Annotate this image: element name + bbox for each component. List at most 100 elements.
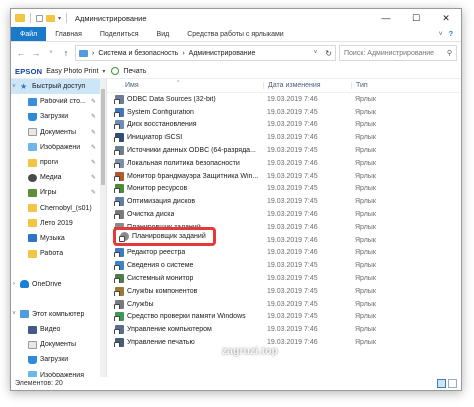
chevron-down-icon[interactable]: ▾ bbox=[102, 68, 105, 75]
sidebar-item-label: Медиа bbox=[40, 174, 62, 182]
file-row[interactable]: Управление компьютером 19.03.2019 7:46 Ярл… bbox=[107, 323, 461, 336]
pin-icon[interactable]: ✎ bbox=[91, 159, 96, 166]
file-row[interactable]: ODBC Data Sources (32-bit) 19.03.2019 7:4… bbox=[107, 93, 461, 106]
sidebar-item[interactable]: Рабочий сто... ✎ bbox=[11, 94, 106, 109]
file-row[interactable]: Средство проверки памяти Windows 19.03.20… bbox=[107, 311, 461, 324]
file-row[interactable]: Монитор брандмауэра Защитника Win... 19.0… bbox=[107, 170, 461, 183]
minimize-button[interactable]: — bbox=[371, 9, 401, 27]
sidebar-item[interactable]: проги ✎ bbox=[11, 155, 106, 170]
sidebar-item[interactable]: Загрузки ✎ bbox=[11, 109, 106, 124]
column-header-type[interactable]: Тип bbox=[351, 82, 461, 89]
tab-share[interactable]: Поделиться bbox=[91, 27, 148, 41]
highlighted-task-scheduler[interactable]: Планировщик заданий bbox=[113, 227, 216, 246]
file-name: Системный монитор bbox=[127, 275, 194, 283]
pin-icon[interactable]: ✎ bbox=[91, 144, 96, 151]
file-date: 19.03.2019 7:46 bbox=[267, 223, 318, 231]
sidebar-item[interactable]: Изображени ✎ bbox=[11, 140, 106, 155]
expand-ribbon-icon[interactable]: ˅ bbox=[439, 31, 443, 38]
pin-icon[interactable]: ✎ bbox=[91, 174, 96, 181]
file-name: System Configuration bbox=[127, 108, 194, 116]
status-bar: Элементов: 20 bbox=[11, 377, 461, 390]
file-row[interactable]: Локальная политика безопасности 19.03.201… bbox=[107, 157, 461, 170]
chevron-icon[interactable]: ˅ bbox=[11, 84, 17, 90]
large-icons-view-icon[interactable] bbox=[448, 379, 457, 388]
back-arrow-icon[interactable]: ← bbox=[15, 46, 27, 60]
sidebar-item[interactable]: Chernobyl_(s01) bbox=[11, 201, 106, 216]
file-row[interactable]: Диск восстановления 19.03.2019 7:46 Ярлык bbox=[107, 119, 461, 132]
file-name-cell: Службы bbox=[107, 299, 263, 309]
sidebar-item[interactable]: Игры ✎ bbox=[11, 185, 106, 200]
tab-view[interactable]: Вид bbox=[148, 27, 179, 41]
checkbox-icon[interactable] bbox=[36, 14, 43, 22]
file-type: Ярлык bbox=[355, 275, 376, 283]
help-icon[interactable]: ? bbox=[449, 31, 453, 38]
sidebar-scrollbar[interactable] bbox=[100, 79, 106, 377]
search-input[interactable] bbox=[344, 49, 440, 57]
sidebar-item[interactable]: Видео bbox=[11, 322, 106, 337]
sidebar-item-label: OneDrive bbox=[32, 280, 62, 288]
pin-icon[interactable]: ✎ bbox=[91, 189, 96, 196]
scrollbar-thumb[interactable] bbox=[101, 89, 105, 185]
sidebar-item[interactable]: Работа bbox=[11, 246, 106, 261]
file-row[interactable]: Системный монитор 19.03.2019 7:45 Ярлык bbox=[107, 272, 461, 285]
file-row[interactable]: Очистка диска 19.03.2019 7:46 Ярлык bbox=[107, 208, 461, 221]
maximize-button[interactable]: ☐ bbox=[401, 9, 431, 27]
sidebar-item[interactable]: ˅ ★ Быстрый доступ bbox=[11, 79, 106, 95]
file-row[interactable]: Сведения о системе 19.03.2019 7:45 Ярлык bbox=[107, 259, 461, 272]
tab-shortcut-tools[interactable]: Средства работы с ярлыками bbox=[178, 27, 293, 41]
sidebar-item[interactable]: Медиа ✎ bbox=[11, 170, 106, 185]
sidebar-item[interactable]: Документы bbox=[11, 337, 106, 352]
file-row[interactable]: Источники данных ODBC (64-разряда... 19.0… bbox=[107, 144, 461, 157]
pin-icon[interactable]: ✎ bbox=[91, 129, 96, 136]
shortcut-icon bbox=[114, 325, 124, 335]
shortcut-icon bbox=[114, 197, 124, 207]
tab-home[interactable]: Главная bbox=[46, 27, 91, 41]
chevron-icon[interactable]: ˅ bbox=[11, 311, 17, 317]
file-row[interactable]: Монитор ресурсов 19.03.2019 7:45 Ярлык bbox=[107, 183, 461, 196]
sidebar-item[interactable]: Загрузки bbox=[11, 352, 106, 367]
sort-arrow-icon: ^ bbox=[177, 80, 180, 86]
chevron-icon[interactable]: › bbox=[11, 281, 17, 287]
file-row[interactable]: Инициатор iSCSI 19.03.2019 7:46 Ярлык bbox=[107, 131, 461, 144]
search-box[interactable]: ⚲ bbox=[339, 45, 457, 61]
chevron-down-icon[interactable]: ▾ bbox=[58, 15, 61, 22]
details-view-icon[interactable] bbox=[437, 379, 446, 388]
close-button[interactable]: ✕ bbox=[431, 9, 461, 27]
file-name-cell: Инициатор iSCSI bbox=[107, 133, 263, 143]
dropdown-icon[interactable]: ˅ bbox=[314, 50, 318, 56]
forward-arrow-icon[interactable]: → bbox=[30, 46, 42, 60]
sidebar-item-label: Видео bbox=[40, 326, 61, 334]
file-row[interactable]: Оптимизация дисков 19.03.2019 7:45 Ярлык bbox=[107, 195, 461, 208]
breadcrumb-system-security[interactable]: Система и безопасность bbox=[98, 50, 178, 57]
column-header-name[interactable]: Имя bbox=[107, 82, 263, 89]
breadcrumb-administration[interactable]: Администрирование bbox=[189, 50, 256, 57]
sidebar-item[interactable]: ˅ Этот компьютер bbox=[11, 307, 106, 322]
file-row[interactable]: System Configuration 19.03.2019 7:45 Ярлык bbox=[107, 106, 461, 119]
shortcut-icon bbox=[114, 261, 124, 271]
column-header-date[interactable]: Дата изменения bbox=[263, 82, 351, 89]
address-bar[interactable]: › Система и безопасность › Администриров… bbox=[75, 45, 336, 61]
file-row[interactable]: Службы 19.03.2019 7:45 Ярлык bbox=[107, 298, 461, 311]
tab-file[interactable]: Файл bbox=[11, 27, 47, 41]
sidebar-item[interactable]: Лето 2019 bbox=[11, 216, 106, 231]
file-row[interactable]: Управление печатью 19.03.2019 7:46 Ярлык bbox=[107, 336, 461, 349]
file-name: Службы компонентов bbox=[127, 287, 198, 295]
breadcrumb-separator: › bbox=[182, 49, 185, 57]
pin-icon[interactable]: ✎ bbox=[91, 113, 96, 120]
sidebar-item[interactable]: › OneDrive bbox=[11, 276, 106, 291]
sidebar-item[interactable]: Документы ✎ bbox=[11, 125, 106, 140]
sidebar-item[interactable]: Музыка bbox=[11, 231, 106, 246]
sidebar-item[interactable]: Изображения bbox=[11, 368, 106, 377]
sidebar-item-label: Изображени bbox=[40, 143, 81, 151]
epson-toolbar: EPSON Easy Photo Print ▾ Печать bbox=[11, 64, 461, 79]
easy-photo-print-button[interactable]: Easy Photo Print bbox=[46, 68, 98, 75]
print-button[interactable]: Печать bbox=[123, 68, 146, 75]
file-row[interactable]: Редактор реестра 19.03.2019 7:46 Ярлык bbox=[107, 247, 461, 260]
pin-icon[interactable]: ✎ bbox=[91, 98, 96, 105]
recent-locations-icon[interactable]: ˅ bbox=[45, 46, 57, 60]
refresh-icon[interactable]: ↻ bbox=[325, 49, 332, 58]
search-icon[interactable]: ⚲ bbox=[447, 49, 452, 57]
new-folder-icon[interactable] bbox=[46, 14, 55, 22]
up-arrow-icon[interactable]: ↑ bbox=[60, 46, 72, 60]
file-row[interactable]: Службы компонентов 19.03.2019 7:45 Ярлык bbox=[107, 285, 461, 298]
